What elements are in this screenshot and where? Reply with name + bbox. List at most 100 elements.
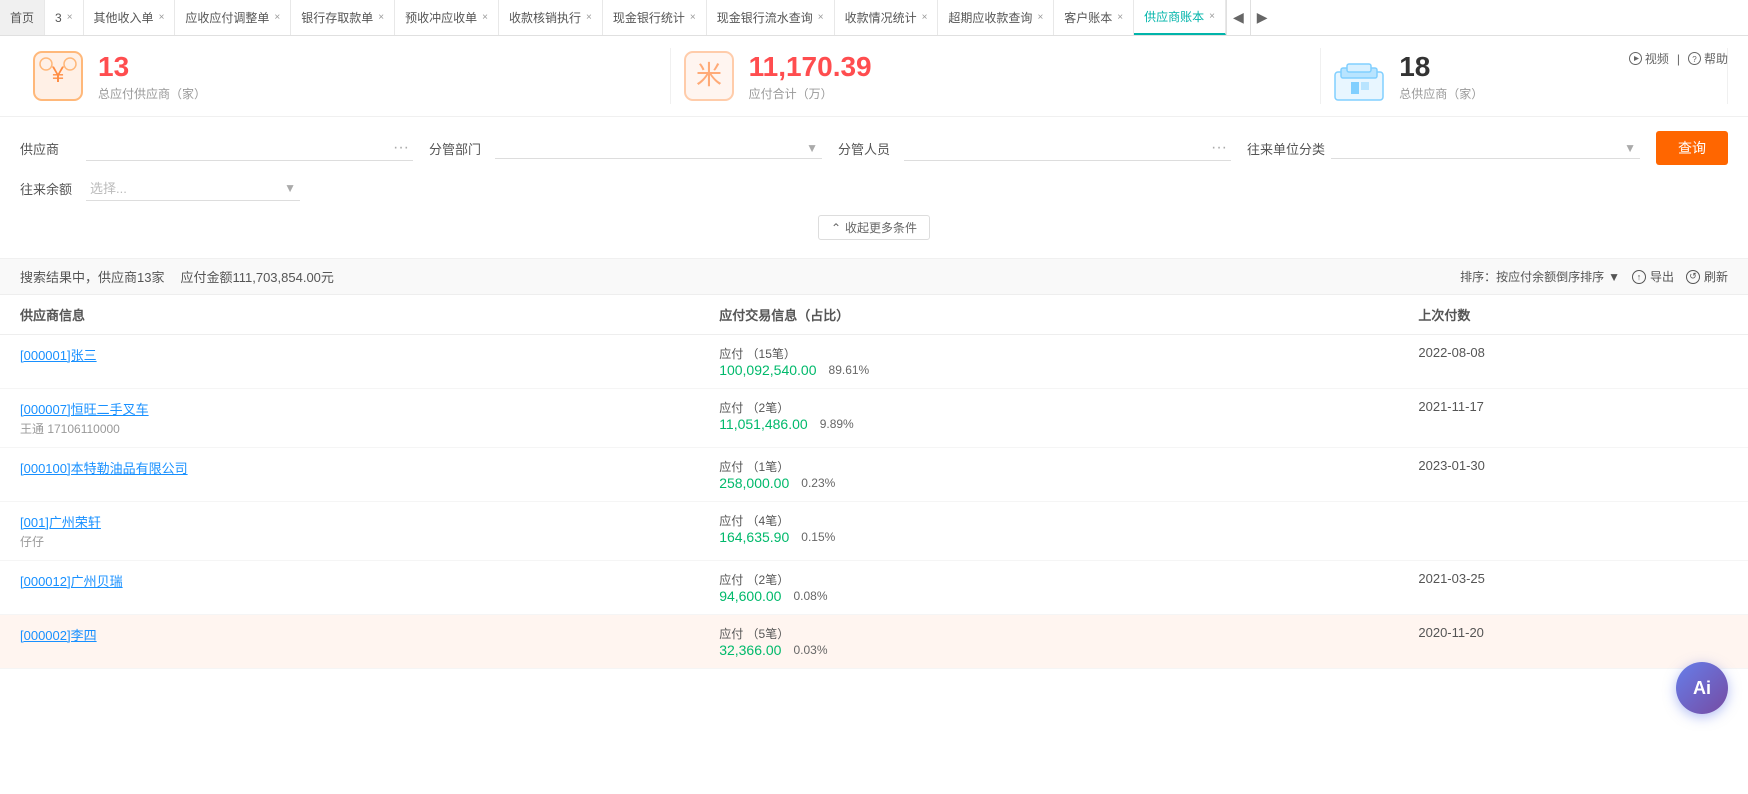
nav-tab-supplier-ledger-label: 供应商账本: [1144, 8, 1204, 25]
td-last-pay-date: [1398, 502, 1748, 561]
chevron-down-icon: ▼: [284, 181, 296, 195]
close-icon[interactable]: ×: [482, 12, 488, 23]
balance-placeholder: 选择...: [90, 178, 284, 197]
export-button[interactable]: ↑ 导出: [1632, 268, 1674, 285]
total-supplier-label: 总供应商（家）: [1399, 85, 1483, 102]
tx-label: 应付 （1笔）: [719, 458, 1378, 475]
close-icon[interactable]: ×: [690, 12, 696, 23]
close-icon[interactable]: ×: [274, 12, 280, 23]
close-icon[interactable]: ×: [159, 12, 165, 23]
td-last-pay-date: 2021-03-25: [1398, 561, 1748, 615]
result-info-2: 应付金额111,703,854.00元: [180, 267, 333, 286]
close-icon[interactable]: ×: [378, 12, 384, 23]
nav-tab-overdue[interactable]: 超期应收款查询 ×: [938, 0, 1054, 35]
td-tx-info: 应付 （2笔） 11,051,486.00 9.89%: [699, 389, 1398, 448]
last-pay-date: 2020-11-20: [1418, 625, 1484, 640]
stats-header: ¥ 13 总应付供应商（家） 米 11,170.39 应付合计（万）: [0, 36, 1748, 117]
stat-info-ap-total: 11,170.39 应付合计（万）: [749, 50, 872, 103]
collapse-button[interactable]: ⌃ 收起更多条件: [818, 215, 930, 240]
supplier-link[interactable]: [000007]恒旺二手叉车: [20, 402, 149, 417]
ap-supplier-count: 13: [98, 50, 206, 84]
td-tx-info: 应付 （2笔） 94,600.00 0.08%: [699, 561, 1398, 615]
th-last-pay: 上次付数: [1398, 295, 1748, 335]
supplier-dots[interactable]: ···: [393, 139, 409, 157]
supplier-label: 供应商: [20, 139, 80, 158]
total-supplier-count: 18: [1399, 50, 1483, 84]
td-supplier-info: [000007]恒旺二手叉车王通 17106110000: [0, 389, 699, 448]
person-input[interactable]: [908, 140, 1211, 155]
table-row: [000001]张三应付 （15笔） 100,092,540.00 89.61%…: [0, 335, 1748, 389]
tx-percent: 0.23%: [801, 476, 835, 490]
svg-text:?: ?: [1692, 55, 1697, 64]
nav-next-arrow[interactable]: ▶: [1250, 0, 1274, 35]
tx-amount-row: 11,051,486.00 9.89%: [719, 416, 1378, 432]
ai-button[interactable]: Ai: [1676, 662, 1728, 714]
stat-block-ap-suppliers: ¥ 13 总应付供应商（家）: [20, 48, 671, 104]
nav-tab-3-close[interactable]: ×: [67, 12, 73, 23]
nav-tab-supplier-ledger[interactable]: 供应商账本 ×: [1134, 0, 1226, 35]
close-icon[interactable]: ×: [1037, 12, 1043, 23]
tx-amount-row: 258,000.00 0.23%: [719, 475, 1378, 491]
close-icon[interactable]: ×: [922, 12, 928, 23]
supplier-link[interactable]: [000002]李四: [20, 628, 97, 643]
close-icon[interactable]: ×: [818, 12, 824, 23]
sort-button[interactable]: 排序：按应付余额倒序排序 ▼: [1460, 268, 1620, 285]
nav-tab-cash-bank-stat[interactable]: 现金银行统计 ×: [603, 0, 707, 35]
result-bar: 搜索结果中，供应商13家 应付金额111,703,854.00元 排序：按应付余…: [0, 259, 1748, 295]
tx-percent: 0.08%: [793, 589, 827, 603]
tx-amount-row: 164,635.90 0.15%: [719, 529, 1378, 545]
nav-tab-collection-stat[interactable]: 收款情况统计 ×: [835, 0, 939, 35]
category-select[interactable]: ▼: [1331, 138, 1640, 159]
nav-tab-customer-ledger[interactable]: 客户账本 ×: [1054, 0, 1134, 35]
ap-supplier-label: 总应付供应商（家）: [98, 85, 206, 102]
nav-tab-cash-flow[interactable]: 现金银行流水查询 ×: [707, 0, 835, 35]
close-icon[interactable]: ×: [1117, 12, 1123, 23]
tx-label: 应付 （2笔）: [719, 399, 1378, 416]
td-tx-info: 应付 （4笔） 164,635.90 0.15%: [699, 502, 1398, 561]
close-icon[interactable]: ×: [586, 12, 592, 23]
th-supplier-info: 供应商信息: [0, 295, 699, 335]
stat-info-total-suppliers: 18 总供应商（家）: [1399, 50, 1483, 103]
video-link[interactable]: 视频: [1629, 50, 1669, 67]
dept-select[interactable]: ▼: [495, 138, 822, 159]
help-link[interactable]: ? 帮助: [1688, 50, 1728, 67]
balance-select[interactable]: 选择... ▼: [86, 175, 300, 201]
nav-tab-3-label: 3: [55, 11, 62, 25]
last-pay-date: 2021-11-17: [1418, 399, 1484, 414]
nav-tab-collection-stat-label: 收款情况统计: [845, 9, 917, 26]
nav-tab-prepay[interactable]: 预收冲应收单 ×: [395, 0, 499, 35]
nav-tab-other-income[interactable]: 其他收入单 ×: [84, 0, 176, 35]
supplier-link[interactable]: [000100]本特勒油品有限公司: [20, 461, 188, 476]
nav-tab-cash-bank-stat-label: 现金银行统计: [613, 9, 685, 26]
person-dots[interactable]: ···: [1211, 139, 1227, 157]
refresh-button[interactable]: ↺ 刷新: [1686, 268, 1728, 285]
person-input-wrap[interactable]: ···: [904, 136, 1231, 161]
total-supplier-icon: [1331, 48, 1387, 104]
search-field-dept: 分管部门 ▼: [429, 138, 822, 159]
tx-amount: 164,635.90: [719, 529, 789, 545]
supplier-link[interactable]: [000012]广州贝瑞: [20, 574, 123, 589]
nav-tab-customer-ledger-label: 客户账本: [1064, 9, 1112, 26]
nav-tab-bank-deposit[interactable]: 银行存取款单 ×: [291, 0, 395, 35]
table-header-row: 供应商信息 应付交易信息（占比） 上次付数: [0, 295, 1748, 335]
close-icon[interactable]: ×: [1209, 11, 1215, 22]
tx-amount: 32,366.00: [719, 642, 781, 658]
person-label: 分管人员: [838, 139, 898, 158]
nav-tab-collection[interactable]: 收款核销执行 ×: [499, 0, 603, 35]
last-pay-date: 2022-08-08: [1418, 345, 1485, 360]
supplier-link[interactable]: [001]广州荣轩: [20, 515, 101, 530]
refresh-label: 刷新: [1704, 268, 1728, 285]
supplier-input[interactable]: [90, 140, 393, 155]
nav-prev-arrow[interactable]: ◀: [1226, 0, 1250, 35]
chevron-down-icon: ▼: [1624, 141, 1636, 155]
nav-tab-3[interactable]: 3 ×: [45, 0, 84, 35]
nav-tab-home[interactable]: 首页: [0, 0, 45, 35]
supplier-link[interactable]: [000001]张三: [20, 348, 97, 363]
nav-tab-ap-adj[interactable]: 应收应付调整单 ×: [175, 0, 291, 35]
td-supplier-info: [000012]广州贝瑞: [0, 561, 699, 615]
search-button[interactable]: 查询: [1656, 131, 1728, 165]
supplier-input-wrap[interactable]: ···: [86, 136, 413, 161]
sort-label: 排序：按应付余额倒序排序: [1460, 268, 1604, 285]
balance-label: 往来余额: [20, 179, 80, 198]
search-field-person: 分管人员 ···: [838, 136, 1231, 161]
